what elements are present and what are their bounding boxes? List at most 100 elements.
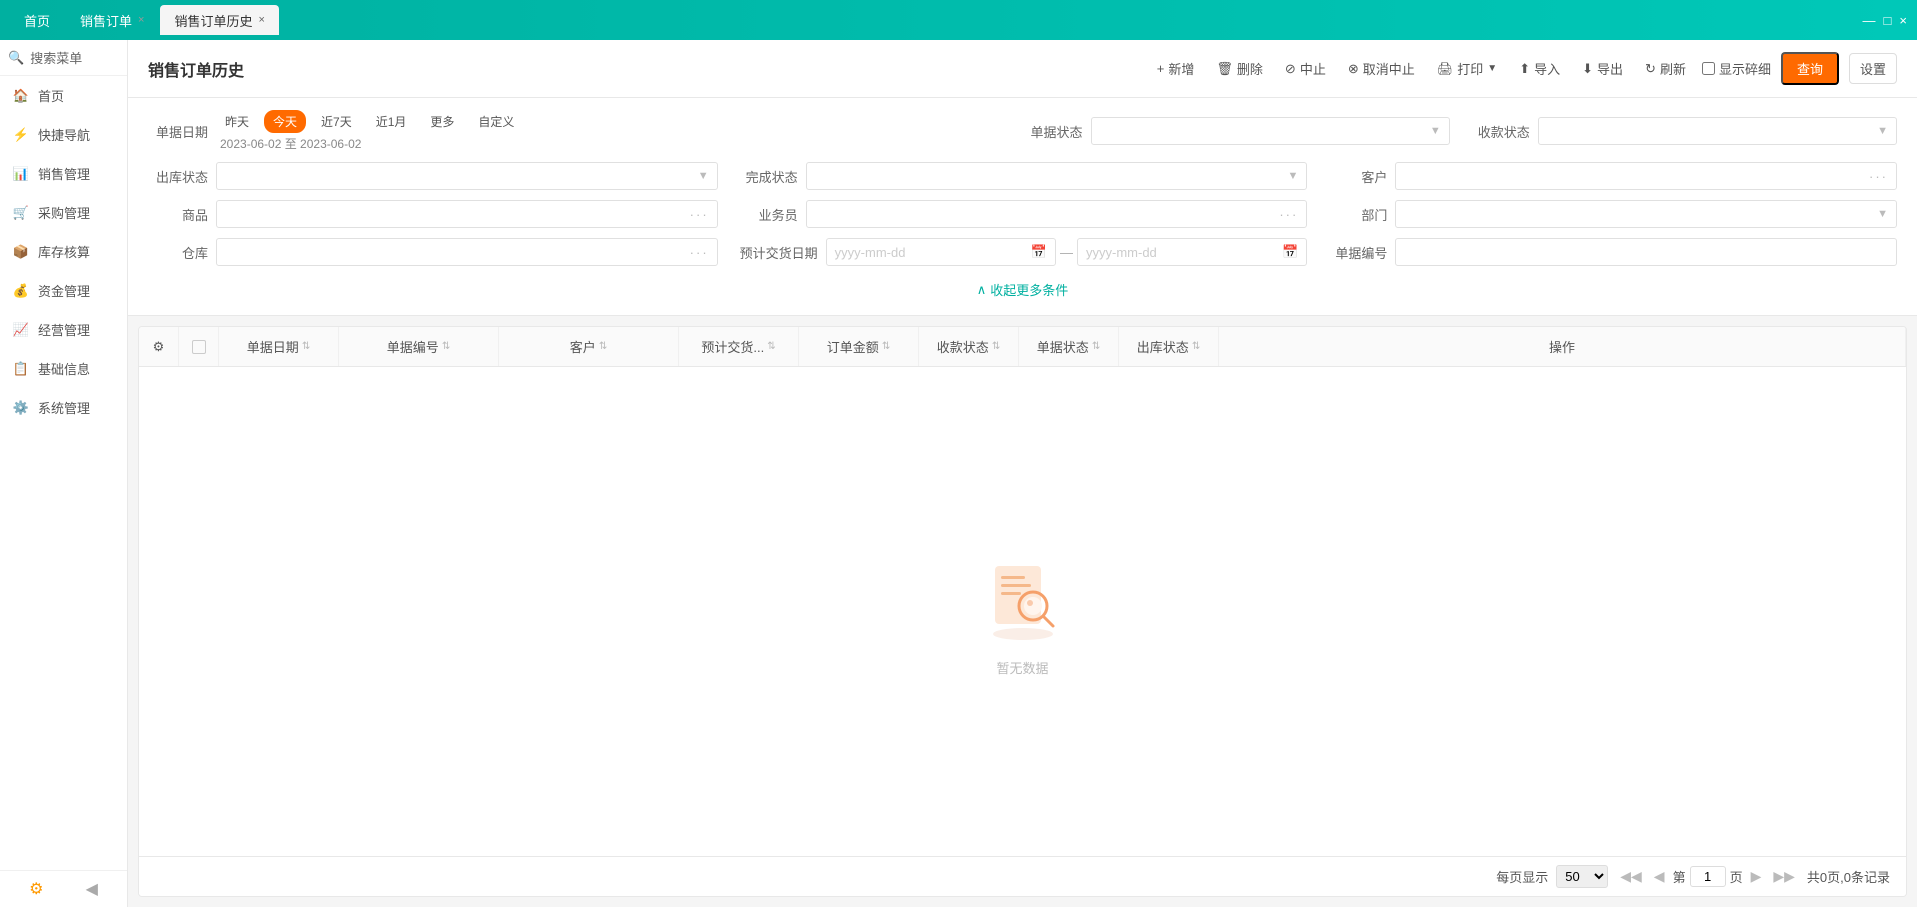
window-close-icon[interactable]: × [1899, 13, 1907, 28]
page-input[interactable] [1690, 866, 1726, 887]
th-order-status[interactable]: 单据状态 ⇅ [1019, 327, 1119, 366]
sidebar-item-quick-nav-label: 快捷导航 [38, 125, 90, 144]
home-icon: 🏠 [12, 87, 30, 105]
sidebar-item-basic-info-label: 基础信息 [38, 359, 90, 378]
refresh-button[interactable]: ↻ 刷新 [1639, 55, 1692, 82]
delivery-date-end[interactable]: yyyy-mm-dd 📅 [1077, 238, 1307, 266]
th-delivery[interactable]: 预计交货... ⇅ [679, 327, 799, 366]
sidebar-item-purchase[interactable]: 🛒 采购管理 [0, 193, 127, 232]
page-size-select[interactable]: 50 10 20 100 [1556, 865, 1608, 888]
sidebar-item-basic-info[interactable]: 📋 基础信息 [0, 349, 127, 388]
delivery-date-start[interactable]: yyyy-mm-dd 📅 [826, 238, 1056, 266]
tab-sales-order[interactable]: 销售订单 × [66, 5, 158, 35]
tab-sales-order-label: 销售订单 [80, 11, 132, 30]
department-select[interactable]: ▼ [1395, 200, 1897, 228]
delivery-status-select[interactable]: ▼ [216, 162, 718, 190]
table-area: ⚙ 单据日期 ⇅ 单据编号 ⇅ 客户 ⇅ 预计交货... [138, 326, 1907, 897]
filter-row-2: 出库状态 ▼ 完成状态 ▼ 客户 [148, 162, 1897, 190]
collapse-filters-btn[interactable]: ∧ 收起更多条件 [148, 276, 1897, 303]
completion-status-select[interactable]: ▼ [806, 162, 1308, 190]
maximize-icon[interactable]: □ [1884, 13, 1892, 28]
date-yesterday-btn[interactable]: 昨天 [216, 110, 258, 133]
query-button[interactable]: 查询 [1781, 52, 1839, 85]
first-page-btn[interactable]: ◀◀ [1616, 866, 1646, 887]
sidebar-item-home[interactable]: 🏠 首页 [0, 76, 127, 115]
date-custom-btn[interactable]: 自定义 [469, 110, 523, 133]
product-input[interactable]: ··· [216, 200, 718, 228]
amount-sort-icon: ⇅ [882, 341, 890, 352]
th-customer[interactable]: 客户 ⇅ [499, 327, 679, 366]
filter-completion-status: 完成状态 ▼ [738, 162, 1308, 190]
date-7days-btn[interactable]: 近7天 [312, 110, 361, 133]
customer-label: 客户 [1327, 167, 1387, 186]
import-button[interactable]: ⬆ 导入 [1513, 55, 1566, 82]
sidebar-settings-icon[interactable]: ⚙ [29, 879, 43, 899]
print-button[interactable]: 🖨 打印 ▼ [1431, 55, 1503, 82]
th-pay-status[interactable]: 收款状态 ⇅ [919, 327, 1019, 366]
delete-button[interactable]: 🗑 删除 [1210, 55, 1269, 82]
customer-sort-icon: ⇅ [599, 341, 607, 352]
payment-status-label: 收款状态 [1470, 122, 1530, 141]
th-check[interactable] [179, 327, 219, 366]
toolbar: + 新增 🗑 删除 ⊘ 中止 ⊗ 取消中止 [1151, 52, 1897, 85]
delete-label: 删除 [1237, 59, 1263, 78]
sidebar-item-quick-nav[interactable]: ⚡ 快捷导航 [0, 115, 127, 154]
order-no-input[interactable] [1395, 238, 1897, 266]
sidebar-item-sales[interactable]: 📊 销售管理 [0, 154, 127, 193]
calendar-start-icon[interactable]: 📅 [1031, 244, 1047, 260]
th-amount[interactable]: 订单金额 ⇅ [799, 327, 919, 366]
th-date[interactable]: 单据日期 ⇅ [219, 327, 339, 366]
close-history-tab-icon[interactable]: × [258, 14, 264, 26]
th-no[interactable]: 单据编号 ⇅ [339, 327, 499, 366]
close-sales-order-tab-icon[interactable]: × [138, 14, 144, 26]
last-page-btn[interactable]: ▶▶ [1769, 866, 1799, 887]
th-delivery-status[interactable]: 出库状态 ⇅ [1119, 327, 1219, 366]
settings-button[interactable]: 设置 [1849, 53, 1897, 84]
payment-status-select[interactable]: ▼ [1538, 117, 1897, 145]
date-label: 单据日期 [148, 122, 208, 141]
date-1month-btn[interactable]: 近1月 [367, 110, 416, 133]
salesperson-label: 业务员 [738, 205, 798, 224]
order-status-select[interactable]: ▼ [1091, 117, 1450, 145]
tab-sales-order-history[interactable]: 销售订单历史 × [160, 5, 278, 35]
sidebar-collapse-icon[interactable]: ◀ [86, 879, 98, 899]
payment-status-arrow-icon: ▼ [1877, 125, 1888, 137]
filter-row-3: 商品 ··· 业务员 ··· 部门 [148, 200, 1897, 228]
date-today-btn[interactable]: 今天 [264, 110, 306, 133]
customer-dots-icon: ··· [1869, 169, 1888, 184]
date-more-btn[interactable]: 更多 [421, 110, 463, 133]
minimize-icon[interactable]: — [1863, 13, 1876, 28]
main-layout: 🔍 搜索菜单 🏠 首页 ⚡ 快捷导航 📊 销售管理 🛒 采购管理 📦 库存核算 … [0, 40, 1917, 907]
department-arrow-icon: ▼ [1877, 208, 1888, 220]
next-page-btn[interactable]: ▶ [1747, 866, 1766, 887]
stop-button[interactable]: ⊘ 中止 [1279, 55, 1332, 82]
sidebar-item-system[interactable]: ⚙️ 系统管理 [0, 388, 127, 427]
th-settings[interactable]: ⚙ [139, 327, 179, 366]
table-empty-state: 暂无数据 [139, 367, 1906, 856]
new-button[interactable]: + 新增 [1151, 55, 1201, 82]
salesperson-input[interactable]: ··· [806, 200, 1308, 228]
th-delivery-label: 预计交货... [701, 337, 764, 356]
collapse-label: 收起更多条件 [990, 280, 1068, 299]
operations-icon: 📈 [12, 321, 30, 339]
sidebar-item-purchase-label: 采购管理 [38, 203, 90, 222]
warehouse-input[interactable]: ··· [216, 238, 718, 266]
display-cols-checkbox-wrap[interactable]: 显示碎细 [1702, 59, 1771, 78]
export-button[interactable]: ⬇ 导出 [1576, 55, 1629, 82]
cancel-stop-button[interactable]: ⊗ 取消中止 [1342, 55, 1421, 82]
sidebar-item-finance[interactable]: 💰 资金管理 [0, 271, 127, 310]
display-cols-checkbox[interactable] [1702, 62, 1715, 75]
customer-input[interactable]: ··· [1395, 162, 1897, 190]
print-icon: 🖨 [1437, 61, 1454, 77]
sidebar-search[interactable]: 🔍 搜索菜单 [0, 40, 127, 76]
select-all-checkbox[interactable] [192, 340, 206, 354]
prev-page-btn[interactable]: ◀ [1650, 866, 1669, 887]
delivery-sort-icon: ⇅ [767, 341, 775, 352]
sidebar-item-operations[interactable]: 📈 经营管理 [0, 310, 127, 349]
new-label: 新增 [1168, 59, 1194, 78]
calendar-end-icon[interactable]: 📅 [1282, 244, 1298, 260]
filter-salesperson: 业务员 ··· [738, 200, 1308, 228]
table-header: ⚙ 单据日期 ⇅ 单据编号 ⇅ 客户 ⇅ 预计交货... [139, 327, 1906, 367]
tab-home[interactable]: 首页 [10, 5, 64, 35]
sidebar-item-inventory[interactable]: 📦 库存核算 [0, 232, 127, 271]
